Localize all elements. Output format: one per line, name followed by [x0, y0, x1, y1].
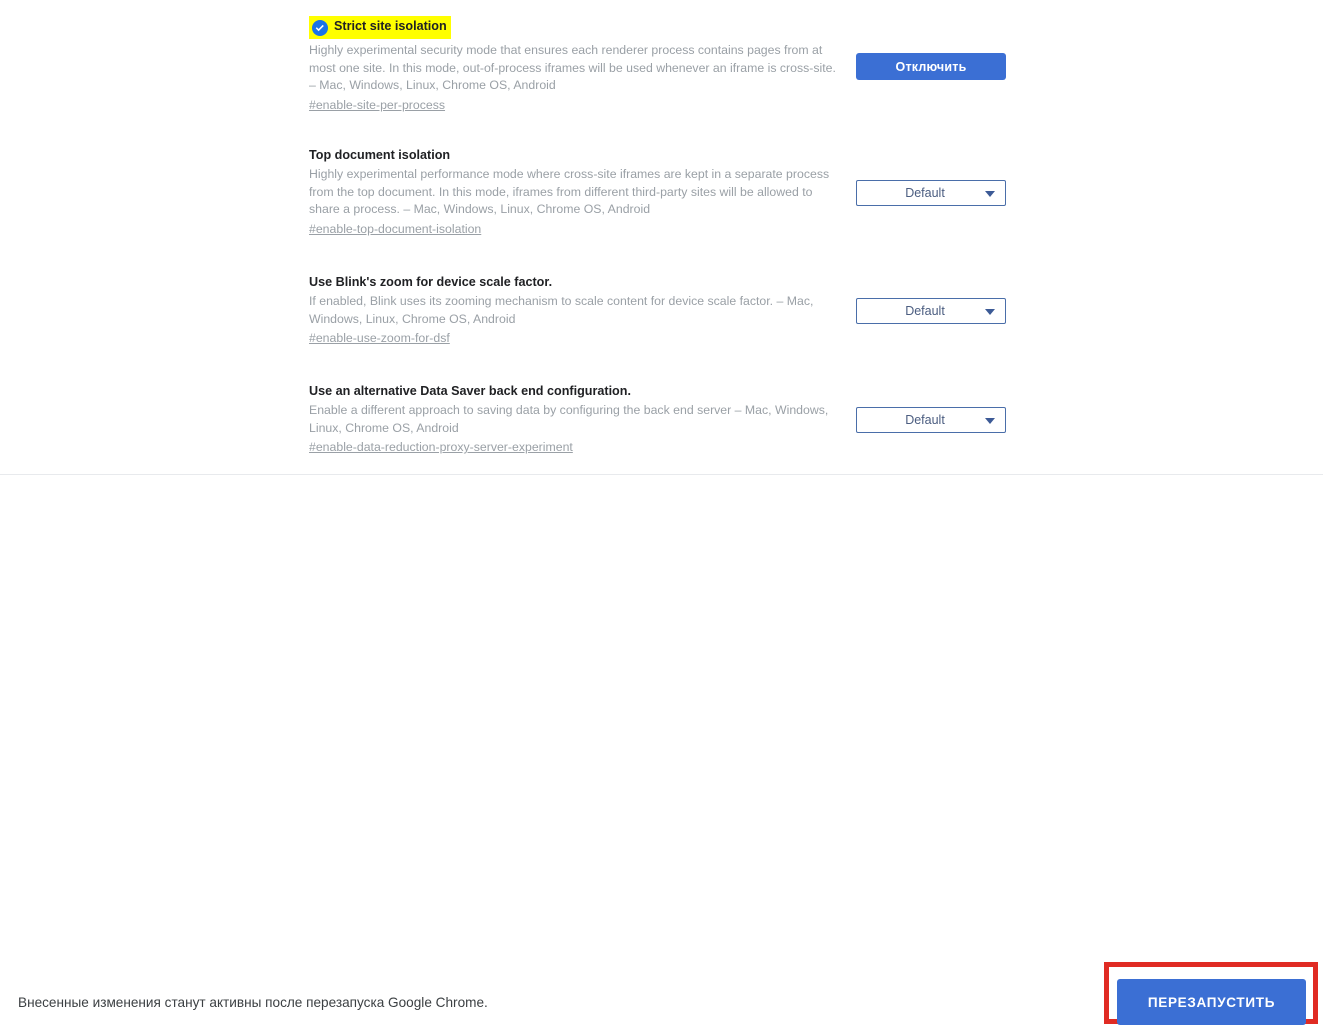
experiment-row: Use an alternative Data Saver back end c…	[309, 382, 1009, 457]
restart-button[interactable]: ПЕРЕЗАПУСТИТЬ	[1117, 979, 1306, 1025]
experiments-list: Strict site isolation Highly experimenta…	[0, 0, 1323, 474]
chevron-down-icon	[985, 191, 995, 197]
experiment-text: Top document isolation Highly experiment…	[309, 146, 839, 238]
restart-bar: Внесенные изменения станут активны после…	[0, 475, 1323, 1025]
experiment-title-highlight: Strict site isolation	[309, 16, 451, 39]
experiment-title: Top document isolation	[309, 148, 451, 162]
experiment-row: Strict site isolation Highly experimenta…	[309, 16, 1009, 114]
experiment-permalink[interactable]: #enable-site-per-process	[309, 97, 445, 115]
select-value: Default	[905, 304, 945, 318]
experiment-select[interactable]: Default	[856, 407, 1006, 433]
experiment-text: Strict site isolation Highly experimenta…	[309, 16, 839, 114]
experiment-description: If enabled, Blink uses its zooming mecha…	[309, 294, 814, 326]
experiment-permalink[interactable]: #enable-top-document-isolation	[309, 221, 481, 239]
restart-note: Внесенные изменения станут активны после…	[18, 995, 488, 1010]
experiment-title: Use Blink's zoom for device scale factor…	[309, 275, 553, 289]
experiment-text: Use Blink's zoom for device scale factor…	[309, 273, 839, 348]
experiment-control: Отключить	[856, 53, 1006, 80]
experiment-row: Use Blink's zoom for device scale factor…	[309, 273, 1009, 348]
experiment-title: Use an alternative Data Saver back end c…	[309, 384, 631, 398]
experiment-permalink[interactable]: #enable-data-reduction-proxy-server-expe…	[309, 439, 573, 457]
chevron-down-icon	[985, 309, 995, 315]
select-value: Default	[905, 413, 945, 427]
experiment-description: Highly experimental security mode that e…	[309, 43, 836, 92]
experiment-description: Highly experimental performance mode whe…	[309, 167, 830, 216]
experiment-permalink[interactable]: #enable-use-zoom-for-dsf	[309, 330, 450, 348]
check-circle-icon	[312, 19, 328, 36]
disable-button[interactable]: Отключить	[856, 53, 1006, 80]
experiment-control: Default	[856, 180, 1006, 206]
experiment-title-row: Strict site isolation	[309, 16, 839, 39]
experiment-description: Enable a different approach to saving da…	[309, 403, 829, 435]
experiment-text: Use an alternative Data Saver back end c…	[309, 382, 839, 457]
experiment-select[interactable]: Default	[856, 298, 1006, 324]
select-value: Default	[905, 186, 945, 200]
experiment-select[interactable]: Default	[856, 180, 1006, 206]
experiment-row: Top document isolation Highly experiment…	[309, 146, 1009, 238]
chevron-down-icon	[985, 418, 995, 424]
experiment-control: Default	[856, 298, 1006, 324]
experiment-title: Strict site isolation	[334, 19, 447, 33]
experiment-control: Default	[856, 407, 1006, 433]
